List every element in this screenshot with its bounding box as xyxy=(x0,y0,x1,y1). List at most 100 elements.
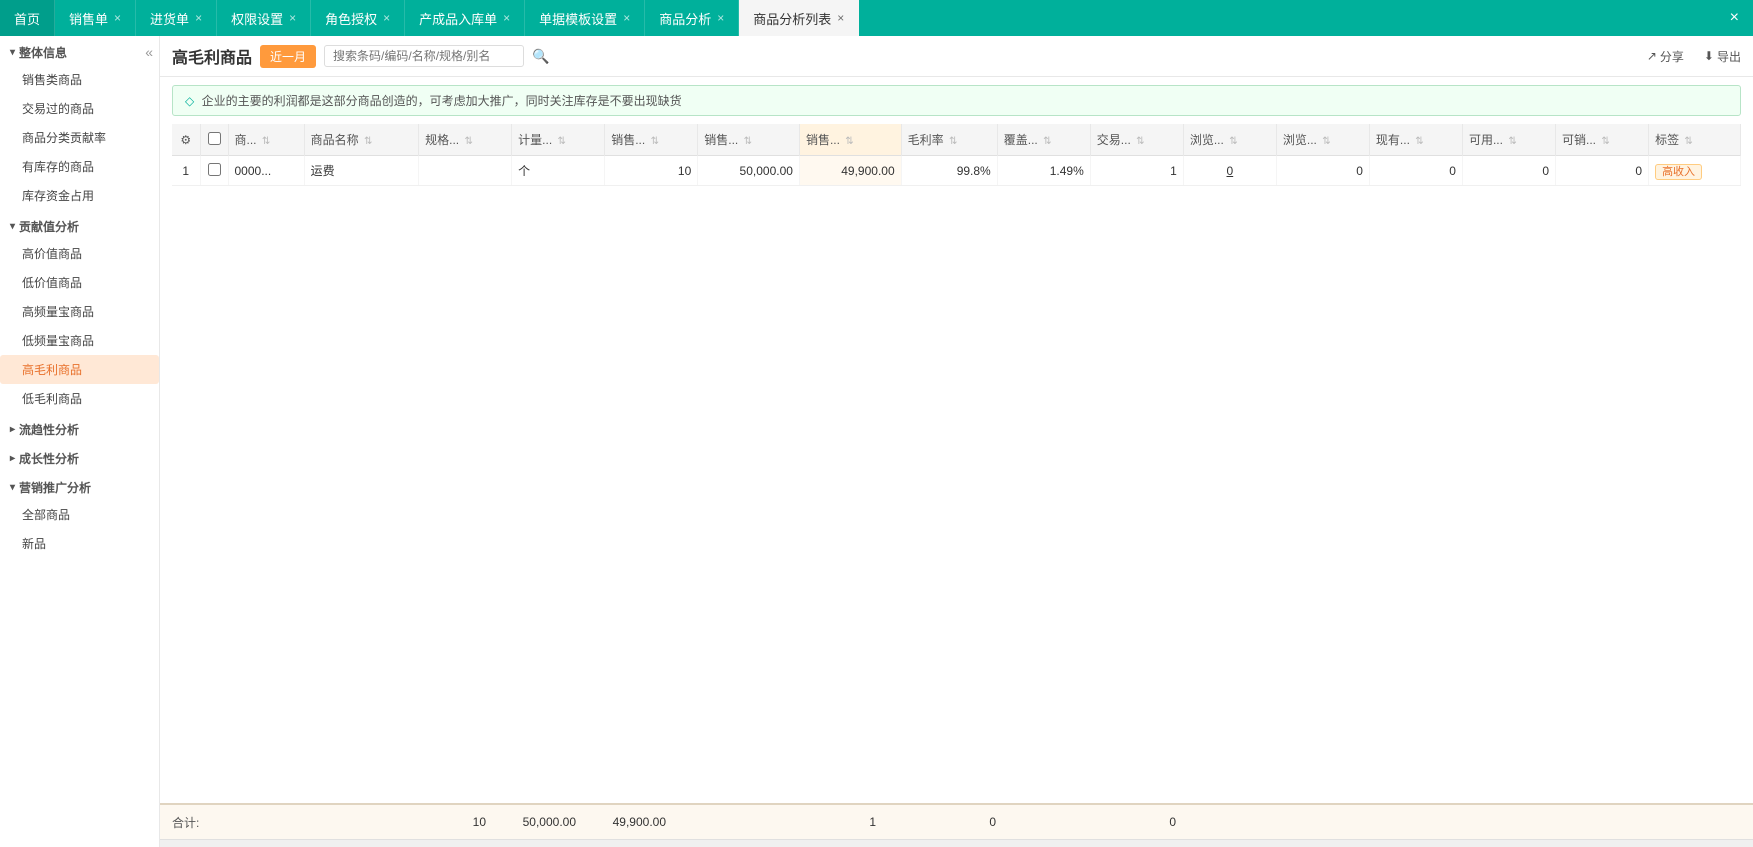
close-order-template-icon[interactable]: × xyxy=(623,11,630,25)
nav-order-template[interactable]: 单据模板设置 × xyxy=(525,0,645,36)
col-name[interactable]: 商品名称 ⇅ xyxy=(304,124,418,156)
share-icon: ↗ xyxy=(1647,49,1657,63)
sort-browse1-icon: ⇅ xyxy=(1229,136,1237,147)
sidebar-group-growth-analysis[interactable]: ▸ 成长性分析 xyxy=(0,442,159,471)
share-button[interactable]: ↗ 分享 xyxy=(1647,48,1684,65)
sidebar-group-marketing-analysis[interactable]: ▾ 营销推广分析 xyxy=(0,471,159,500)
nav-product-analysis-list[interactable]: 商品分析列表 × xyxy=(739,0,859,36)
sidebar-item-in-stock-goods[interactable]: 有库存的商品 xyxy=(0,152,159,181)
cell-margin-rate: 99.8% xyxy=(901,156,997,186)
info-banner: ◇ 企业的主要的利润都是这部分商品创造的，可考虑加大推广，同时关注库存是不要出现… xyxy=(172,85,1741,116)
sidebar-item-high-value[interactable]: 高价值商品 xyxy=(0,239,159,268)
sort-spec-icon: ⇅ xyxy=(464,136,472,147)
tag-badge: 高收入 xyxy=(1655,164,1702,180)
page-title: 高毛利商品 xyxy=(172,44,252,68)
footer-sales-qty: 10 xyxy=(432,815,492,829)
col-unit[interactable]: 计量... ⇅ xyxy=(512,124,605,156)
sidebar-group-wealth-analysis[interactable]: ▾ 贡献值分析 xyxy=(0,210,159,239)
footer-browse2: 0 xyxy=(942,815,1002,829)
row-checkbox[interactable] xyxy=(208,163,221,176)
cell-saleable-stock: 0 xyxy=(1556,156,1649,186)
sidebar-group-overall-info[interactable]: ▾ 整体信息 xyxy=(0,36,159,65)
sidebar-item-all-goods[interactable]: 全部商品 xyxy=(0,500,159,529)
sidebar-item-low-value[interactable]: 低价值商品 xyxy=(0,268,159,297)
sidebar-item-low-margin[interactable]: 低毛利商品 xyxy=(0,384,159,413)
cell-tag: 高收入 xyxy=(1649,156,1741,186)
col-saleable-stock[interactable]: 可销... ⇅ xyxy=(1556,124,1649,156)
cell-browse1[interactable]: 0 xyxy=(1183,156,1276,186)
col-browse2[interactable]: 浏览... ⇅ xyxy=(1276,124,1369,156)
nav-sales-order[interactable]: 销售单 × xyxy=(55,0,136,36)
data-table: ⚙ 商... ⇅ 商品名称 ⇅ xyxy=(172,124,1741,186)
col-margin-rate[interactable]: 毛利率 ⇅ xyxy=(901,124,997,156)
cell-sales-amount: 50,000.00 xyxy=(698,156,800,186)
nav-product-storage[interactable]: 产成品入库单 × xyxy=(405,0,525,36)
col-tag[interactable]: 标签 ⇅ xyxy=(1649,124,1741,156)
sidebar-item-traded-goods[interactable]: 交易过的商品 xyxy=(0,94,159,123)
sort-coverage-icon: ⇅ xyxy=(1043,136,1051,147)
footer-spacer2 xyxy=(672,815,732,829)
sidebar-item-goods-contribution[interactable]: 商品分类贡献率 xyxy=(0,123,159,152)
col-current-stock[interactable]: 现有... ⇅ xyxy=(1369,124,1462,156)
nav-product-analysis[interactable]: 商品分析 × xyxy=(645,0,739,36)
search-button[interactable]: 🔍 xyxy=(532,48,549,65)
sidebar-item-stock-capital[interactable]: 库存资金占用 xyxy=(0,181,159,210)
cell-checkbox[interactable] xyxy=(200,156,228,186)
close-permission-settings-icon[interactable]: × xyxy=(289,11,296,25)
bottom-scrollbar[interactable] xyxy=(160,839,1753,847)
nav-permission-settings[interactable]: 权限设置 × xyxy=(217,0,311,36)
sort-tag-icon: ⇅ xyxy=(1684,136,1692,147)
col-available-stock[interactable]: 可用... ⇅ xyxy=(1462,124,1555,156)
close-purchase-order-icon[interactable]: × xyxy=(195,11,202,25)
nav-home[interactable]: 首页 xyxy=(0,0,55,36)
cell-available-stock: 0 xyxy=(1462,156,1555,186)
sidebar-collapse-button[interactable]: « xyxy=(145,44,153,60)
close-product-analysis-list-icon[interactable]: × xyxy=(837,11,844,25)
sidebar-item-low-freq[interactable]: 低频量宝商品 xyxy=(0,326,159,355)
table-container[interactable]: ⚙ 商... ⇅ 商品名称 ⇅ xyxy=(160,124,1753,803)
close-sales-order-icon[interactable]: × xyxy=(114,11,121,25)
col-code[interactable]: 商... ⇅ xyxy=(228,124,304,156)
footer-sales-amount: 50,000.00 xyxy=(492,815,582,829)
search-input[interactable] xyxy=(324,45,524,67)
nav-role-permission[interactable]: 角色授权 × xyxy=(311,0,405,36)
close-product-storage-icon[interactable]: × xyxy=(503,11,510,25)
cell-browse2: 0 xyxy=(1276,156,1369,186)
sidebar-item-high-margin[interactable]: 高毛利商品 xyxy=(0,355,159,384)
sidebar-item-sales-goods[interactable]: 销售类商品 xyxy=(0,65,159,94)
select-all-checkbox[interactable] xyxy=(208,132,221,145)
table-header-row: ⚙ 商... ⇅ 商品名称 ⇅ xyxy=(172,124,1741,156)
cell-spec xyxy=(419,156,512,186)
sidebar-item-new-goods[interactable]: 新品 xyxy=(0,529,159,558)
sort-browse2-icon: ⇅ xyxy=(1322,136,1330,147)
footer-spacer1 xyxy=(252,815,432,829)
nav-purchase-order[interactable]: 进货单 × xyxy=(136,0,217,36)
sidebar-item-high-freq[interactable]: 高频量宝商品 xyxy=(0,297,159,326)
footer-spacer6 xyxy=(1062,815,1122,829)
col-browse1[interactable]: 浏览... ⇅ xyxy=(1183,124,1276,156)
col-sales-amount[interactable]: 销售... ⇅ xyxy=(698,124,800,156)
filter-recent-month-button[interactable]: 近一月 xyxy=(260,45,316,68)
main-layout: « ▾ 整体信息 销售类商品 交易过的商品 商品分类贡献率 有库存的商品 库存资… xyxy=(0,36,1753,847)
sort-sales-qty-icon: ⇅ xyxy=(651,136,659,147)
sidebar: « ▾ 整体信息 销售类商品 交易过的商品 商品分类贡献率 有库存的商品 库存资… xyxy=(0,36,160,847)
sort-name-icon: ⇅ xyxy=(364,136,372,147)
col-coverage[interactable]: 覆盖... ⇅ xyxy=(997,124,1090,156)
col-sales-qty[interactable]: 销售... ⇅ xyxy=(605,124,698,156)
col-sales-cost[interactable]: 销售... ⇅ xyxy=(799,124,901,156)
nav-close-all[interactable]: × xyxy=(1716,0,1753,36)
col-spec[interactable]: 规格... ⇅ xyxy=(419,124,512,156)
col-settings[interactable]: ⚙ xyxy=(172,124,200,156)
col-checkbox[interactable] xyxy=(200,124,228,156)
close-product-analysis-icon[interactable]: × xyxy=(717,11,724,25)
cell-name: 运费 xyxy=(304,156,418,186)
col-transaction[interactable]: 交易... ⇅ xyxy=(1090,124,1183,156)
sort-sales-amount-icon: ⇅ xyxy=(744,136,752,147)
sort-saleable-stock-icon: ⇅ xyxy=(1601,136,1609,147)
close-role-permission-icon[interactable]: × xyxy=(383,11,390,25)
browse1-link[interactable]: 0 xyxy=(1227,164,1234,178)
sort-transaction-icon: ⇅ xyxy=(1136,136,1144,147)
export-button[interactable]: ⬇ 导出 xyxy=(1704,48,1741,65)
sidebar-group-trend-analysis[interactable]: ▸ 流趋性分析 xyxy=(0,413,159,442)
export-icon: ⬇ xyxy=(1704,49,1714,63)
